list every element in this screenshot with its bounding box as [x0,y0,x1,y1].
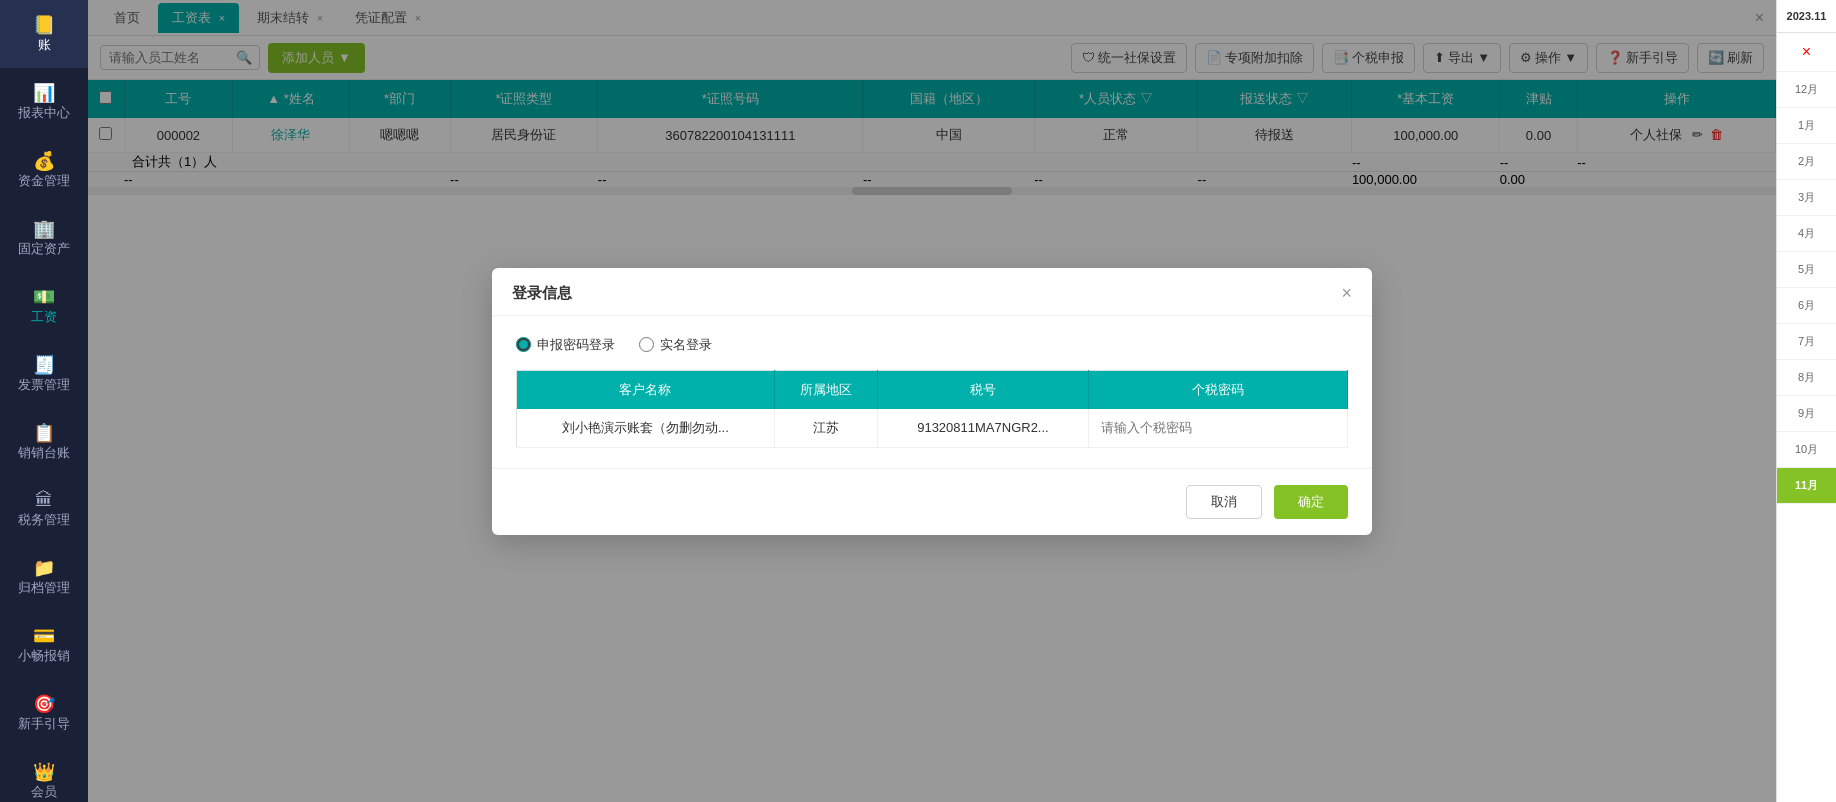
sidebar-item-baobiao[interactable]: 📊 报表中心 [0,68,88,136]
month-8[interactable]: 8月 [1777,360,1836,396]
modal-data-table: 客户名称 所属地区 税号 个税密码 刘小艳演示账套（勿删勿动... 江苏 913… [516,370,1348,448]
modal-body: 申报密码登录 实名登录 客户名称 所属地区 税号 个税密码 [492,316,1372,468]
month-10[interactable]: 10月 [1777,432,1836,468]
sidebar-item-zijin[interactable]: 💰 资金管理 [0,136,88,204]
sidebar-item-guidang[interactable]: 📁 归档管理 [0,543,88,611]
radio-password-input[interactable] [516,337,531,352]
month-9[interactable]: 9月 [1777,396,1836,432]
modal-overlay: 登录信息 × 申报密码登录 实名登录 [88,0,1776,802]
modal-cell-taxno: 91320811MA7NGR2... [878,409,1088,448]
modal-title: 登录信息 [512,284,572,303]
confirm-button[interactable]: 确定 [1274,485,1348,519]
radio-realname-input[interactable] [639,337,654,352]
login-modal: 登录信息 × 申报密码登录 实名登录 [492,268,1372,535]
sidebar: 📒 账 📊 报表中心 💰 资金管理 🏢 固定资产 💵 工资 🧾 发票管理 📋 销… [0,0,88,802]
month-4[interactable]: 4月 [1777,216,1836,252]
modal-cell-password[interactable] [1088,409,1347,448]
modal-close-button[interactable]: × [1341,284,1352,302]
month-7[interactable]: 7月 [1777,324,1836,360]
month-12[interactable]: 12月 [1777,72,1836,108]
right-panel: 2023.11 × 12月 1月 2月 3月 4月 5月 6月 7月 8月 9月… [1776,0,1836,802]
modal-cell-region: 江苏 [774,409,877,448]
sidebar-item-guding[interactable]: 🏢 固定资产 [0,204,88,272]
modal-col-name: 客户名称 [517,370,775,409]
month-5[interactable]: 5月 [1777,252,1836,288]
modal-col-password: 个税密码 [1088,370,1347,409]
modal-header: 登录信息 × [492,268,1372,316]
sidebar-item-baoxiao[interactable]: 💳 小畅报销 [0,611,88,679]
month-3[interactable]: 3月 [1777,180,1836,216]
modal-cell-name: 刘小艳演示账套（勿删勿动... [517,409,775,448]
radio-realname[interactable]: 实名登录 [639,336,712,354]
sidebar-item-fapiao[interactable]: 🧾 发票管理 [0,340,88,408]
radio-password[interactable]: 申报密码登录 [516,336,615,354]
month-11[interactable]: 11月 [1777,468,1836,504]
sidebar-item-shuiwu[interactable]: 🏛 税务管理 [0,476,88,543]
sidebar-item-gongzi[interactable]: 💵 工资 [0,272,88,340]
radio-group: 申报密码登录 实名登录 [516,336,1348,354]
main-area: 首页 工资表 × 期末结转 × 凭证配置 × × 🔍 添加人员 ▼ 🛡 统一社保… [88,0,1776,802]
sidebar-item-xiaoxiao[interactable]: 📋 销销台账 [0,408,88,476]
cancel-button[interactable]: 取消 [1186,485,1262,519]
panel-close[interactable]: × [1777,33,1836,72]
tax-password-input[interactable] [1101,420,1335,435]
month-2[interactable]: 2月 [1777,144,1836,180]
sidebar-item-zhang[interactable]: 📒 账 [0,0,88,68]
modal-col-taxno: 税号 [878,370,1088,409]
year-label: 2023.11 [1777,0,1836,33]
month-6[interactable]: 6月 [1777,288,1836,324]
month-1[interactable]: 1月 [1777,108,1836,144]
sidebar-item-xinshou[interactable]: 🎯 新手引导 [0,679,88,747]
modal-footer: 取消 确定 [492,468,1372,535]
modal-table-row: 刘小艳演示账套（勿删勿动... 江苏 91320811MA7NGR2... [517,409,1348,448]
modal-col-region: 所属地区 [774,370,877,409]
sidebar-item-huiyuan[interactable]: 👑 会员 [0,747,88,802]
